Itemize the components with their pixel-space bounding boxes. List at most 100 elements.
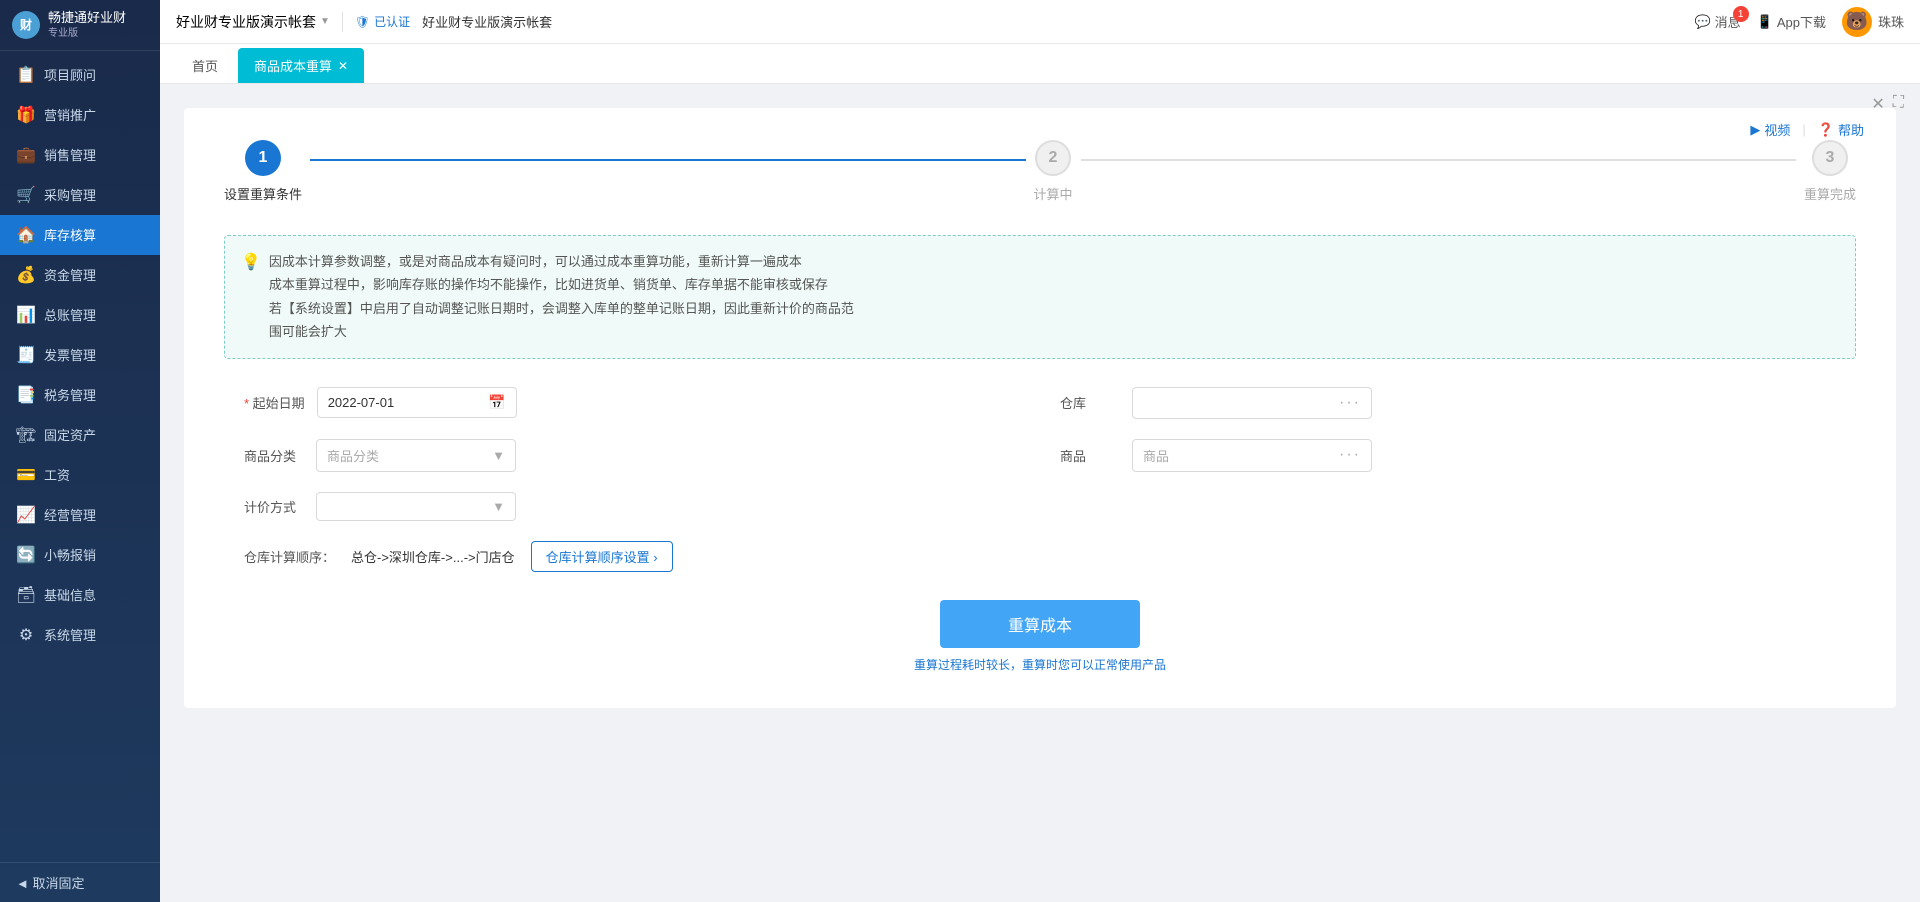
question-icon: ❓	[1818, 122, 1834, 138]
sidebar-item-tax[interactable]: 📑 税务管理	[0, 375, 160, 415]
notice-box: 💡 因成本计算参数调整，或是对商品成本有疑问时，可以通过成本重算功能，重新计算一…	[224, 235, 1856, 359]
account-dropdown-arrow: ▼	[320, 16, 330, 27]
notice-content: 因成本计算参数调整，或是对商品成本有疑问时，可以通过成本重算功能，重新计算一遍成…	[269, 250, 854, 344]
verified-badge: 🛡 已认证	[355, 13, 410, 30]
username-label: 珠珠	[1878, 12, 1904, 31]
company-name: 好业财专业版演示帐套	[422, 12, 552, 31]
inventory-icon: 🏠	[16, 225, 36, 245]
message-badge: 1	[1733, 6, 1749, 22]
app-logo-icon: 财	[12, 11, 40, 39]
start-date-input[interactable]: 2022-07-01 📅	[317, 387, 517, 418]
project-icon: 📋	[16, 65, 36, 85]
pricing-label: 计价方式	[244, 497, 304, 516]
basic-icon: 🗃	[16, 585, 36, 605]
sidebar-item-purchase[interactable]: 🛒 采购管理	[0, 175, 160, 215]
warehouse-order-settings-button[interactable]: 仓库计算顺序设置 ›	[531, 541, 673, 572]
expand-window-button[interactable]: ⛶	[1893, 94, 1904, 114]
sidebar-item-operations[interactable]: 📈 经营管理	[0, 495, 160, 535]
main-content: 好业财专业版演示帐套 ▼ 🛡 已认证 好业财专业版演示帐套 💬 消息 1 📱 A…	[160, 0, 1920, 902]
shield-icon: 🛡	[355, 15, 370, 29]
sidebar-item-expense[interactable]: 🔄 小畅报销	[0, 535, 160, 575]
operations-icon: 📈	[16, 505, 36, 525]
category-select[interactable]: 商品分类 ▼	[316, 439, 516, 472]
form-row-2: 商品分类 商品分类 ▼ 商品 商品 ···	[244, 439, 1836, 472]
warehouse-field: 仓库 ···	[1060, 387, 1836, 419]
main-card: 1 设置重算条件 2 计算中 3 重算完成	[184, 108, 1896, 708]
avatar: 🐻	[1842, 7, 1872, 37]
start-date-label: 起始日期	[244, 393, 305, 412]
form-row-1: 起始日期 2022-07-01 📅 仓库 ···	[244, 387, 1836, 419]
phone-icon: 📱	[1757, 14, 1773, 30]
category-dropdown-arrow: ▼	[492, 448, 505, 463]
sidebar-item-accounting[interactable]: 📊 总账管理	[0, 295, 160, 335]
topbar: 好业财专业版演示帐套 ▼ 🛡 已认证 好业财专业版演示帐套 💬 消息 1 📱 A…	[160, 0, 1920, 44]
calendar-icon: 📅	[488, 394, 505, 411]
sidebar-item-inventory[interactable]: 🏠 库存核算	[0, 215, 160, 255]
account-selector[interactable]: 好业财专业版演示帐套 ▼	[176, 12, 330, 32]
help-link[interactable]: ❓ 帮助	[1818, 120, 1864, 139]
sidebar-item-system[interactable]: ⚙ 系统管理	[0, 615, 160, 655]
purchase-icon: 🛒	[16, 185, 36, 205]
sales-icon: 💼	[16, 145, 36, 165]
product-input[interactable]: 商品 ···	[1132, 439, 1372, 472]
step-2-circle: 2	[1035, 140, 1071, 176]
system-icon: ⚙	[16, 625, 36, 645]
finance-icon: 💰	[16, 265, 36, 285]
step-2-label: 计算中	[1034, 184, 1073, 203]
window-controls: ✕ ⛶	[1871, 94, 1904, 114]
step-line-2	[1081, 159, 1796, 161]
sidebar-item-invoice[interactable]: 🧾 发票管理	[0, 335, 160, 375]
warehouse-order-value: 总仓->深圳仓库->...->门店仓	[351, 547, 515, 566]
sidebar-logo: 财 畅捷通好业财 专业版	[0, 0, 160, 51]
step-1-label: 设置重算条件	[224, 184, 302, 203]
app-name-text: 畅捷通好业财 专业版	[48, 10, 126, 40]
step-2: 2 计算中	[1034, 140, 1073, 203]
user-menu[interactable]: 🐻 珠珠	[1842, 7, 1904, 37]
sidebar-item-project[interactable]: 📋 项目顾问	[0, 55, 160, 95]
topbar-divider-1	[342, 12, 343, 32]
form-section: 起始日期 2022-07-01 📅 仓库 ···	[224, 387, 1856, 673]
start-date-field: 起始日期 2022-07-01 📅	[244, 387, 1020, 418]
warehouse-input[interactable]: ···	[1132, 387, 1372, 419]
sidebar-item-marketing[interactable]: 🎁 营销推广	[0, 95, 160, 135]
close-window-button[interactable]: ✕	[1871, 94, 1884, 114]
tax-icon: 📑	[16, 385, 36, 405]
recalc-button[interactable]: 重算成本	[940, 600, 1140, 648]
form-row-pricing: 计价方式 ▼	[244, 492, 1836, 521]
accounting-icon: 📊	[16, 305, 36, 325]
salary-icon: 💳	[16, 465, 36, 485]
fixed-assets-icon: 🏗	[16, 425, 36, 445]
sidebar-item-sales[interactable]: 💼 销售管理	[0, 135, 160, 175]
tab-recalc[interactable]: 商品成本重算 ✕	[238, 48, 364, 83]
messages-button[interactable]: 💬 消息 1	[1694, 12, 1740, 31]
invoice-icon: 🧾	[16, 345, 36, 365]
category-field: 商品分类 商品分类 ▼	[244, 439, 1020, 472]
topbar-actions: 💬 消息 1 📱 App下载 🐻 珠珠	[1694, 7, 1904, 37]
step-1-circle: 1	[245, 140, 281, 176]
app-download-button[interactable]: 📱 App下载	[1757, 12, 1826, 31]
category-label: 商品分类	[244, 446, 304, 465]
sidebar-item-basic[interactable]: 🗃 基础信息	[0, 575, 160, 615]
product-field: 商品 商品 ···	[1060, 439, 1836, 472]
warehouse-order-label: 仓库计算顺序：	[244, 547, 335, 566]
tab-close-button[interactable]: ✕	[338, 59, 348, 73]
recalc-wrap: 重算成本 重算过程耗时较长，重算时您可以正常使用产品	[244, 600, 1836, 673]
video-link[interactable]: ▶ 视频	[1750, 120, 1790, 139]
steps-indicator: 1 设置重算条件 2 计算中 3 重算完成	[224, 140, 1856, 203]
sidebar-item-finance[interactable]: 💰 资金管理	[0, 255, 160, 295]
step-3-circle: 3	[1812, 140, 1848, 176]
sidebar-item-salary[interactable]: 💳 工资	[0, 455, 160, 495]
recalc-hint: 重算过程耗时较长，重算时您可以正常使用产品	[914, 656, 1166, 673]
sidebar-item-fixed-assets[interactable]: 🏗 固定资产	[0, 415, 160, 455]
product-picker-icon: ···	[1339, 446, 1361, 464]
play-icon: ▶	[1750, 122, 1760, 138]
tabs-bar: 首页 商品成本重算 ✕	[160, 44, 1920, 84]
sidebar-unpin-button[interactable]: ◄ 取消固定	[0, 862, 160, 902]
lightbulb-icon: 💡	[241, 252, 261, 344]
message-icon: 💬	[1694, 14, 1710, 30]
pricing-select[interactable]: ▼	[316, 492, 516, 521]
page-content: ✕ ⛶ ▶ 视频 | ❓ 帮助 1 设置重算条件	[160, 84, 1920, 902]
warehouse-label: 仓库	[1060, 393, 1120, 412]
warehouse-picker-icon: ···	[1339, 394, 1361, 412]
tab-home[interactable]: 首页	[176, 48, 234, 83]
